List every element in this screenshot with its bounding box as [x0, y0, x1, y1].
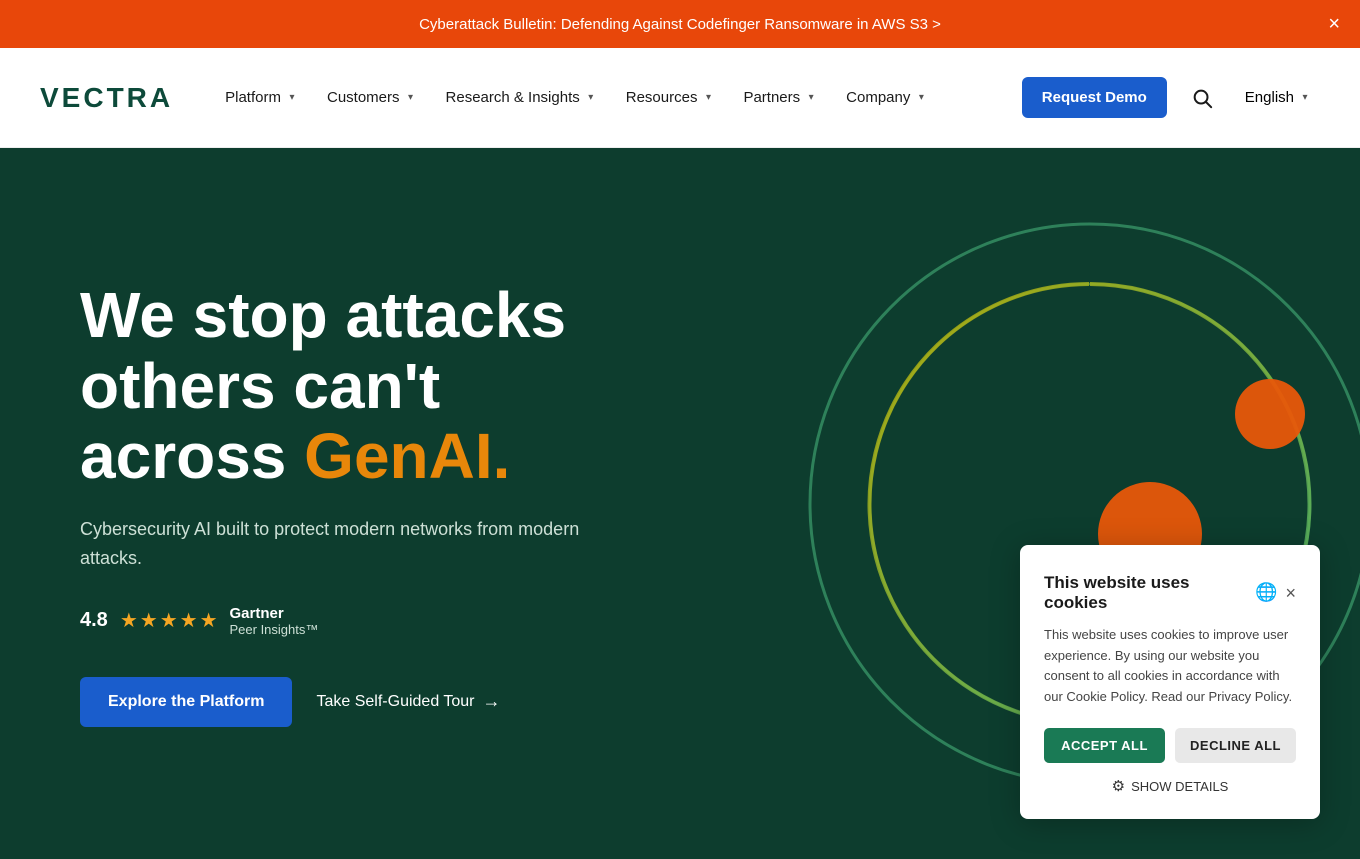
star-1: ★: [120, 608, 138, 633]
hero-content: We stop attacks others can't across GenA…: [0, 200, 660, 807]
banner-close-button[interactable]: ×: [1328, 14, 1340, 34]
nav-item-resources[interactable]: Resources ▾: [614, 81, 728, 114]
cookie-header-icons: 🌐 ×: [1255, 582, 1296, 603]
nav-item-research-label: Research & Insights: [446, 89, 580, 106]
decline-all-button[interactable]: DECLINE ALL: [1175, 728, 1296, 763]
request-demo-button[interactable]: Request Demo: [1022, 77, 1167, 118]
gear-icon: ⚙: [1112, 777, 1125, 795]
star-3: ★: [160, 608, 178, 633]
nav-item-partners[interactable]: Partners ▾: [731, 81, 830, 114]
nav-item-customers-label: Customers: [327, 89, 400, 106]
star-5: ★: [200, 608, 218, 633]
nav-item-research[interactable]: Research & Insights ▾: [434, 81, 610, 114]
gartner-sub: Peer Insights™: [230, 622, 319, 637]
language-selector[interactable]: English ▾: [1237, 81, 1320, 114]
arrow-right-icon: →: [483, 691, 501, 712]
chevron-down-icon: ▾: [584, 91, 598, 105]
show-details-row[interactable]: ⚙ SHOW DETAILS: [1044, 777, 1296, 795]
cookie-header: This website uses cookies 🌐 ×: [1044, 573, 1296, 613]
chevron-down-icon: ▾: [701, 91, 715, 105]
chevron-down-icon: ▾: [1298, 91, 1312, 105]
chevron-down-icon: ▾: [804, 91, 818, 105]
chevron-down-icon: ▾: [404, 91, 418, 105]
tour-label: Take Self-Guided Tour: [316, 693, 474, 711]
search-button[interactable]: [1183, 79, 1221, 117]
nav-item-partners-label: Partners: [743, 89, 800, 106]
announcement-banner: Cyberattack Bulletin: Defending Against …: [0, 0, 1360, 48]
self-guided-tour-button[interactable]: Take Self-Guided Tour →: [316, 691, 500, 712]
logo-text: VECTRA: [40, 82, 173, 114]
accept-all-button[interactable]: ACCEPT ALL: [1044, 728, 1165, 763]
chevron-down-icon: ▾: [285, 91, 299, 105]
hero-section: We stop attacks others can't across GenA…: [0, 148, 1360, 859]
cookie-close-button[interactable]: ×: [1285, 584, 1296, 602]
nav-item-platform[interactable]: Platform ▾: [213, 81, 311, 114]
nav-actions: Request Demo English ▾: [1022, 77, 1320, 118]
hero-heading-line3-plain: across: [80, 420, 304, 492]
globe-icon: 🌐: [1255, 582, 1277, 603]
nav-links: Platform ▾ Customers ▾ Research & Insigh…: [213, 81, 1022, 114]
main-nav: VECTRA Platform ▾ Customers ▾ Research &…: [0, 48, 1360, 148]
language-label: English: [1245, 89, 1294, 106]
hero-heading-line2: others can't: [80, 350, 440, 422]
cookie-title: This website uses cookies: [1044, 573, 1255, 613]
logo[interactable]: VECTRA: [40, 82, 173, 114]
chevron-down-icon: ▾: [914, 91, 928, 105]
cookie-buttons: ACCEPT ALL DECLINE ALL: [1044, 728, 1296, 763]
stars: ★ ★ ★ ★ ★: [120, 608, 218, 633]
hero-heading: We stop attacks others can't across GenA…: [80, 280, 580, 491]
explore-platform-button[interactable]: Explore the Platform: [80, 677, 292, 727]
hero-buttons: Explore the Platform Take Self-Guided To…: [80, 677, 580, 727]
nav-item-platform-label: Platform: [225, 89, 281, 106]
rating-number: 4.8: [80, 609, 108, 632]
nav-item-customers[interactable]: Customers ▾: [315, 81, 430, 114]
hero-subtext: Cybersecurity AI built to protect modern…: [80, 515, 580, 573]
star-2: ★: [140, 608, 158, 633]
hero-heading-line1: We stop attacks: [80, 279, 566, 351]
cookie-modal: This website uses cookies 🌐 × This websi…: [1020, 545, 1320, 819]
banner-text[interactable]: Cyberattack Bulletin: Defending Against …: [40, 16, 1320, 33]
nav-item-resources-label: Resources: [626, 89, 698, 106]
rating-row: 4.8 ★ ★ ★ ★ ★ Gartner Peer Insights™: [80, 605, 580, 637]
gartner-info: Gartner Peer Insights™: [230, 605, 319, 637]
search-icon: [1191, 87, 1213, 109]
show-details-label: SHOW DETAILS: [1131, 779, 1228, 794]
gartner-name: Gartner: [230, 605, 319, 622]
nav-item-company[interactable]: Company ▾: [834, 81, 940, 114]
star-4: ★: [180, 608, 198, 633]
cookie-body: This website uses cookies to improve use…: [1044, 625, 1296, 708]
hero-heading-accent: GenAI.: [304, 420, 510, 492]
nav-item-company-label: Company: [846, 89, 910, 106]
